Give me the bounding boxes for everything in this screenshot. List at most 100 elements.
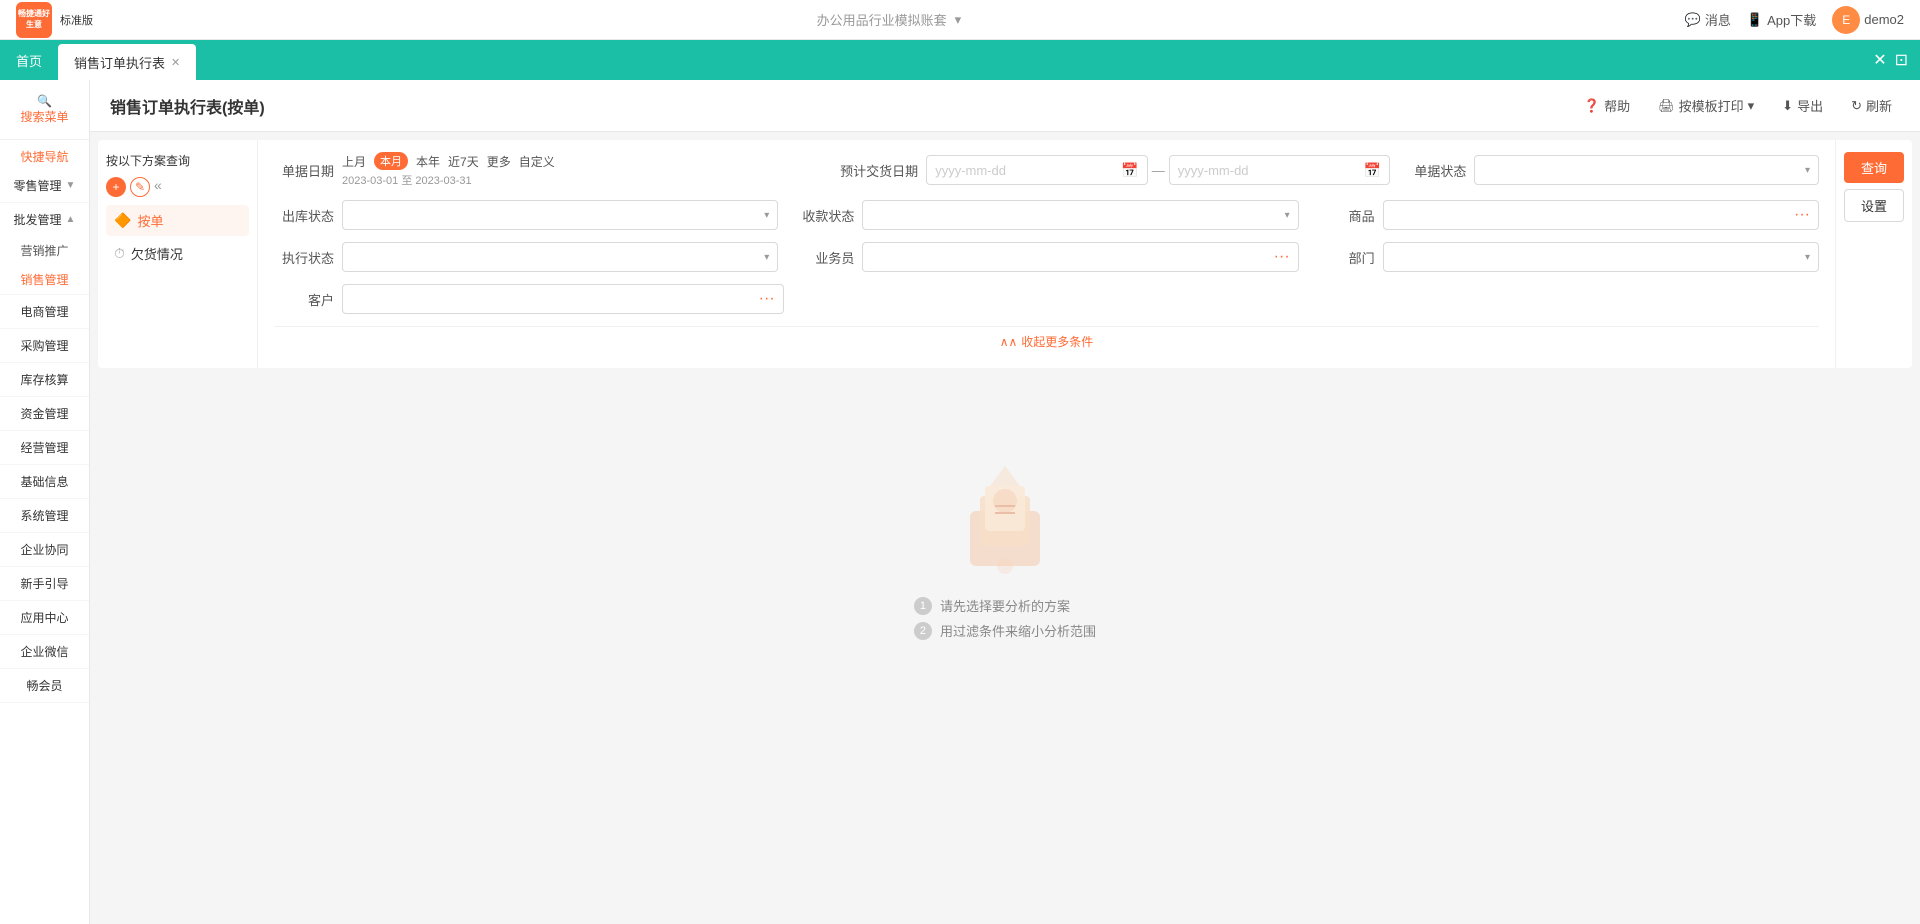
search-menu-btn[interactable]: 🔍 搜索菜单 [8,90,81,129]
help-label: 帮助 [1604,96,1630,115]
filter-form-wrapper: 单据日期 上月 本月 本年 近7天 更多 自定义 20 [258,140,1835,368]
product-more-icon[interactable]: ··· [1794,206,1810,224]
department-select[interactable]: ▾ [1383,242,1819,272]
expected-date-from[interactable]: yyyy-mm-dd 📅 [926,155,1148,185]
settings-btn[interactable]: 设置 [1844,189,1904,222]
salesperson-select[interactable]: ··· [862,242,1298,272]
expected-date-to[interactable]: yyyy-mm-dd 📅 [1169,155,1391,185]
sidebar: 🔍 搜索菜单 快捷导航 零售管理 ▼ 批发管理 ▲ 营销推广 销售管理 [0,80,90,924]
message-btn[interactable]: 💬 消息 [1685,10,1731,29]
main-layout: 🔍 搜索菜单 快捷导航 零售管理 ▼ 批发管理 ▲ 营销推广 销售管理 [0,80,1920,924]
print-icon: 🖨 [1658,98,1675,114]
query-btn[interactable]: 查询 [1844,152,1904,183]
sidebar-item-marketing[interactable]: 营销推广 [0,236,89,265]
salesperson-more-icon[interactable]: ··· [1274,248,1290,266]
window-close-icon[interactable]: ✕ [1873,50,1886,70]
message-icon: 💬 [1685,12,1701,28]
shortcut-more[interactable]: 更多 [487,153,511,170]
export-btn[interactable]: ⬇ 导出 [1774,92,1831,119]
payment-status-label: 收款状态 [794,206,854,225]
collapse-more-btn[interactable]: ∧∧ 收起更多条件 [274,326,1819,356]
ecommerce-label: 电商管理 [20,303,68,320]
tab-close-icon[interactable]: ✕ [171,56,180,69]
execution-status-select[interactable]: ▾ [342,242,778,272]
collapse-up-icon: ∧∧ [1000,335,1018,349]
tab-sales-order[interactable]: 销售订单执行表 ✕ [58,44,196,80]
dropdown-icon[interactable]: ▾ [955,12,962,28]
topbar: 畅捷通好生意 标准版 办公用品行业模拟账套 ▾ 💬 消息 📱 App下载 E d… [0,0,1920,40]
finance-label: 资金管理 [20,405,68,422]
edit-scheme-btn[interactable]: ✎ [130,177,150,197]
payment-status-field: 收款状态 ▾ [794,200,1298,230]
product-field: 商品 ··· [1315,200,1819,230]
sidebar-item-retail[interactable]: 零售管理 ▼ [0,169,89,202]
brand-logo: 畅捷通好生意 [16,2,52,38]
topbar-center: 办公用品行业模拟账套 ▾ [817,10,962,29]
app-icon: 📱 [1747,12,1763,28]
shortcut-7days[interactable]: 近7天 [448,153,479,170]
quick-nav-label[interactable]: 快捷导航 [0,140,89,169]
refresh-btn[interactable]: ↻ 刷新 [1843,92,1900,119]
product-select[interactable]: ··· [1383,200,1819,230]
date-container: 上月 本月 本年 近7天 更多 自定义 2023-03-01 至 2023-03… [342,152,824,188]
sidebar-group-operation: 经营管理 [0,431,89,465]
shortcut-this-month[interactable]: 本月 [374,152,408,170]
export-icon: ⬇ [1782,98,1793,114]
customer-more-icon[interactable]: ··· [759,290,775,308]
sidebar-item-basic[interactable]: 基础信息 [0,465,89,498]
sidebar-item-sales[interactable]: 销售管理 [0,265,89,294]
execution-status-field: 执行状态 ▾ [274,242,778,272]
delivery-status-select[interactable]: ▾ [342,200,778,230]
guide-label: 新手引导 [20,575,68,592]
filter-scheme-by-debt[interactable]: ⏱ 欠货情况 [106,238,249,269]
retail-label: 零售管理 [14,177,62,194]
sidebar-item-wechat[interactable]: 企业微信 [0,635,89,668]
sidebar-item-system[interactable]: 系统管理 [0,499,89,532]
filter-sidebar-title-text: 按以下方案查询 [106,152,190,169]
sidebar-item-ecommerce[interactable]: 电商管理 [0,295,89,328]
shortcut-last-month[interactable]: 上月 [342,153,366,170]
window-restore-icon[interactable]: ⊡ [1895,50,1908,70]
template-print-btn[interactable]: 🖨 按模板打印 ▾ [1650,92,1762,119]
tip2-num: 2 [914,622,932,640]
collapse-sidebar-btn[interactable]: « [154,177,162,197]
sidebar-item-wholesale[interactable]: 批发管理 ▲ [0,203,89,236]
payment-dropdown-icon: ▾ [1285,210,1290,221]
payment-status-select[interactable]: ▾ [862,200,1298,230]
customer-label: 客户 [274,290,334,309]
brand-text: 标准版 [60,12,93,28]
shortcut-this-year[interactable]: 本年 [416,153,440,170]
empty-tips: 1 请先选择要分析的方案 2 用过滤条件来缩小分析范围 [914,596,1096,640]
sidebar-item-purchase[interactable]: 采购管理 [0,329,89,362]
sidebar-item-inventory[interactable]: 库存核算 [0,363,89,396]
sales-label: 销售管理 [20,273,68,287]
department-label: 部门 [1315,248,1375,267]
content: 销售订单执行表(按单) ❓ 帮助 🖨 按模板打印 ▾ ⬇ 导出 ↻ 刷新 [90,80,1920,924]
expected-date-from-placeholder: yyyy-mm-dd [935,163,1006,178]
empty-tip-2: 2 用过滤条件来缩小分析范围 [914,621,1096,640]
sidebar-item-enterprise[interactable]: 企业协同 [0,533,89,566]
tab-home[interactable]: 首页 [0,40,58,80]
sidebar-item-member[interactable]: 畅会员 [0,669,89,702]
customer-select[interactable]: ··· [342,284,784,314]
shortcut-custom[interactable]: 自定义 [519,153,555,170]
app-download-btn[interactable]: 📱 App下载 [1747,10,1816,29]
query-actions: 查询 设置 [1835,140,1912,368]
sidebar-group-retail: 零售管理 ▼ [0,169,89,203]
order-status-select[interactable]: ▾ [1474,155,1819,185]
sidebar-item-finance[interactable]: 资金管理 [0,397,89,430]
collapse-label: 收起更多条件 [1021,333,1093,350]
filter-sidebar: 按以下方案查询 + ✎ « 🔶 按单 ⏱ 欠货情况 [98,140,258,368]
add-scheme-btn[interactable]: + [106,177,126,197]
expected-date-label: 预计交货日期 [840,161,918,180]
expected-date-to-placeholder: yyyy-mm-dd [1178,163,1249,178]
help-btn[interactable]: ❓ 帮助 [1576,92,1638,119]
user-menu[interactable]: E demo2 [1832,6,1904,34]
filter-scheme-by-order[interactable]: 🔶 按单 [106,205,249,236]
sidebar-item-guide[interactable]: 新手引导 [0,567,89,600]
sidebar-item-operation[interactable]: 经营管理 [0,431,89,464]
wholesale-label: 批发管理 [14,211,62,228]
search-menu-label: 搜索菜单 [12,108,77,125]
sidebar-item-apps[interactable]: 应用中心 [0,601,89,634]
apps-label: 应用中心 [20,609,68,626]
